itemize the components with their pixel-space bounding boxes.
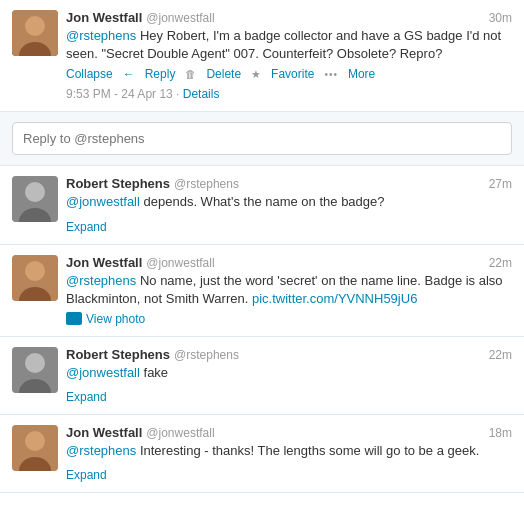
- expand-link-5[interactable]: Expand: [66, 468, 107, 482]
- dots-icon: •••: [324, 69, 338, 80]
- favorite-button-1[interactable]: Favorite: [271, 67, 314, 81]
- display-name-robert-2: Robert Stephens: [66, 176, 170, 191]
- tweet-5-text: @rstephens Interesting - thanks! The len…: [66, 442, 512, 460]
- svg-point-7: [25, 261, 45, 281]
- mention-link-1[interactable]: @rstephens: [66, 28, 136, 43]
- collapse-button[interactable]: Collapse: [66, 67, 113, 81]
- svg-point-10: [25, 353, 45, 373]
- svg-point-1: [25, 16, 45, 36]
- avatar-jon-5: [12, 425, 58, 471]
- svg-point-13: [25, 431, 45, 451]
- time-jon-1: 30m: [489, 11, 512, 25]
- tweet-1: Jon Westfall @jonwestfall 30m @rstephens…: [0, 0, 524, 112]
- mention-link-2[interactable]: @jonwestfall: [66, 194, 140, 209]
- photo-link-3[interactable]: pic.twitter.com/YVNNH59jU6: [252, 291, 417, 306]
- username-robert-4: @rstephens: [174, 348, 239, 362]
- time-jon-5: 18m: [489, 426, 512, 440]
- display-name-jon-1: Jon Westfall: [66, 10, 142, 25]
- tweet-2-content: Robert Stephens @rstephens 27m @jonwestf…: [66, 176, 512, 233]
- arrow-icon: ←: [123, 67, 135, 81]
- view-photo-container-3: View photo: [66, 312, 512, 326]
- svg-point-4: [25, 182, 45, 202]
- avatar-robert-4: [12, 347, 58, 393]
- tweet-1-actions: Collapse ← Reply 🗑 Delete ★ Favorite •••…: [66, 67, 512, 81]
- tweet-1-content: Jon Westfall @jonwestfall 30m @rstephens…: [66, 10, 512, 101]
- tweet-4-text: @jonwestfall fake: [66, 364, 512, 382]
- time-robert-2: 27m: [489, 177, 512, 191]
- details-link-1[interactable]: Details: [183, 87, 220, 101]
- mention-link-3[interactable]: @rstephens: [66, 273, 136, 288]
- username-jon-5: @jonwestfall: [146, 426, 214, 440]
- more-button-1[interactable]: More: [348, 67, 375, 81]
- delete-button-1[interactable]: Delete: [206, 67, 241, 81]
- tweet-4-content: Robert Stephens @rstephens 22m @jonwestf…: [66, 347, 512, 404]
- display-name-jon-3: Jon Westfall: [66, 255, 142, 270]
- mention-link-5[interactable]: @rstephens: [66, 443, 136, 458]
- tweet-5: Jon Westfall @jonwestfall 18m @rstephens…: [0, 415, 524, 493]
- tweet-3-content: Jon Westfall @jonwestfall 22m @rstephens…: [66, 255, 512, 326]
- mention-link-4[interactable]: @jonwestfall: [66, 365, 140, 380]
- expand-link-4[interactable]: Expand: [66, 390, 107, 404]
- photo-icon-3: [66, 312, 82, 325]
- tweet-3: Jon Westfall @jonwestfall 22m @rstephens…: [0, 245, 524, 337]
- tweet-1-header: Jon Westfall @jonwestfall 30m: [66, 10, 512, 25]
- tweet-3-text: @rstephens No name, just the word 'secre…: [66, 272, 512, 308]
- timestamp-text-1: 9:53 PM - 24 Apr 13: [66, 87, 173, 101]
- tweet-2: Robert Stephens @rstephens 27m @jonwestf…: [0, 166, 524, 244]
- timestamp-1: 9:53 PM - 24 Apr 13 · Details: [66, 87, 512, 101]
- tweet-5-header: Jon Westfall @jonwestfall 18m: [66, 425, 512, 440]
- tweet-5-content: Jon Westfall @jonwestfall 18m @rstephens…: [66, 425, 512, 482]
- display-name-jon-5: Jon Westfall: [66, 425, 142, 440]
- expand-4: Expand: [66, 386, 512, 404]
- reply-input[interactable]: [12, 122, 512, 155]
- reply-button-1[interactable]: Reply: [145, 67, 176, 81]
- avatar-jon-1: [12, 10, 58, 56]
- tweet-2-text: @jonwestfall depends. What's the name on…: [66, 193, 512, 211]
- avatar-jon-3: [12, 255, 58, 301]
- star-icon: ★: [251, 68, 261, 81]
- username-robert-2: @rstephens: [174, 177, 239, 191]
- tweet-2-header: Robert Stephens @rstephens 27m: [66, 176, 512, 191]
- tweet-4: Robert Stephens @rstephens 22m @jonwestf…: [0, 337, 524, 415]
- tweet-1-text: @rstephens Hey Robert, I'm a badge colle…: [66, 27, 512, 63]
- username-jon-3: @jonwestfall: [146, 256, 214, 270]
- avatar-robert-2: [12, 176, 58, 222]
- expand-link-2[interactable]: Expand: [66, 220, 107, 234]
- view-photo-link-3[interactable]: View photo: [86, 312, 145, 326]
- time-robert-4: 22m: [489, 348, 512, 362]
- expand-5: Expand: [66, 464, 512, 482]
- username-jon-1: @jonwestfall: [146, 11, 214, 25]
- trash-icon: 🗑: [185, 68, 196, 80]
- reply-box-container: [0, 112, 524, 166]
- time-jon-3: 22m: [489, 256, 512, 270]
- expand-2: Expand: [66, 216, 512, 234]
- display-name-robert-4: Robert Stephens: [66, 347, 170, 362]
- tweet-4-header: Robert Stephens @rstephens 22m: [66, 347, 512, 362]
- tweet-3-header: Jon Westfall @jonwestfall 22m: [66, 255, 512, 270]
